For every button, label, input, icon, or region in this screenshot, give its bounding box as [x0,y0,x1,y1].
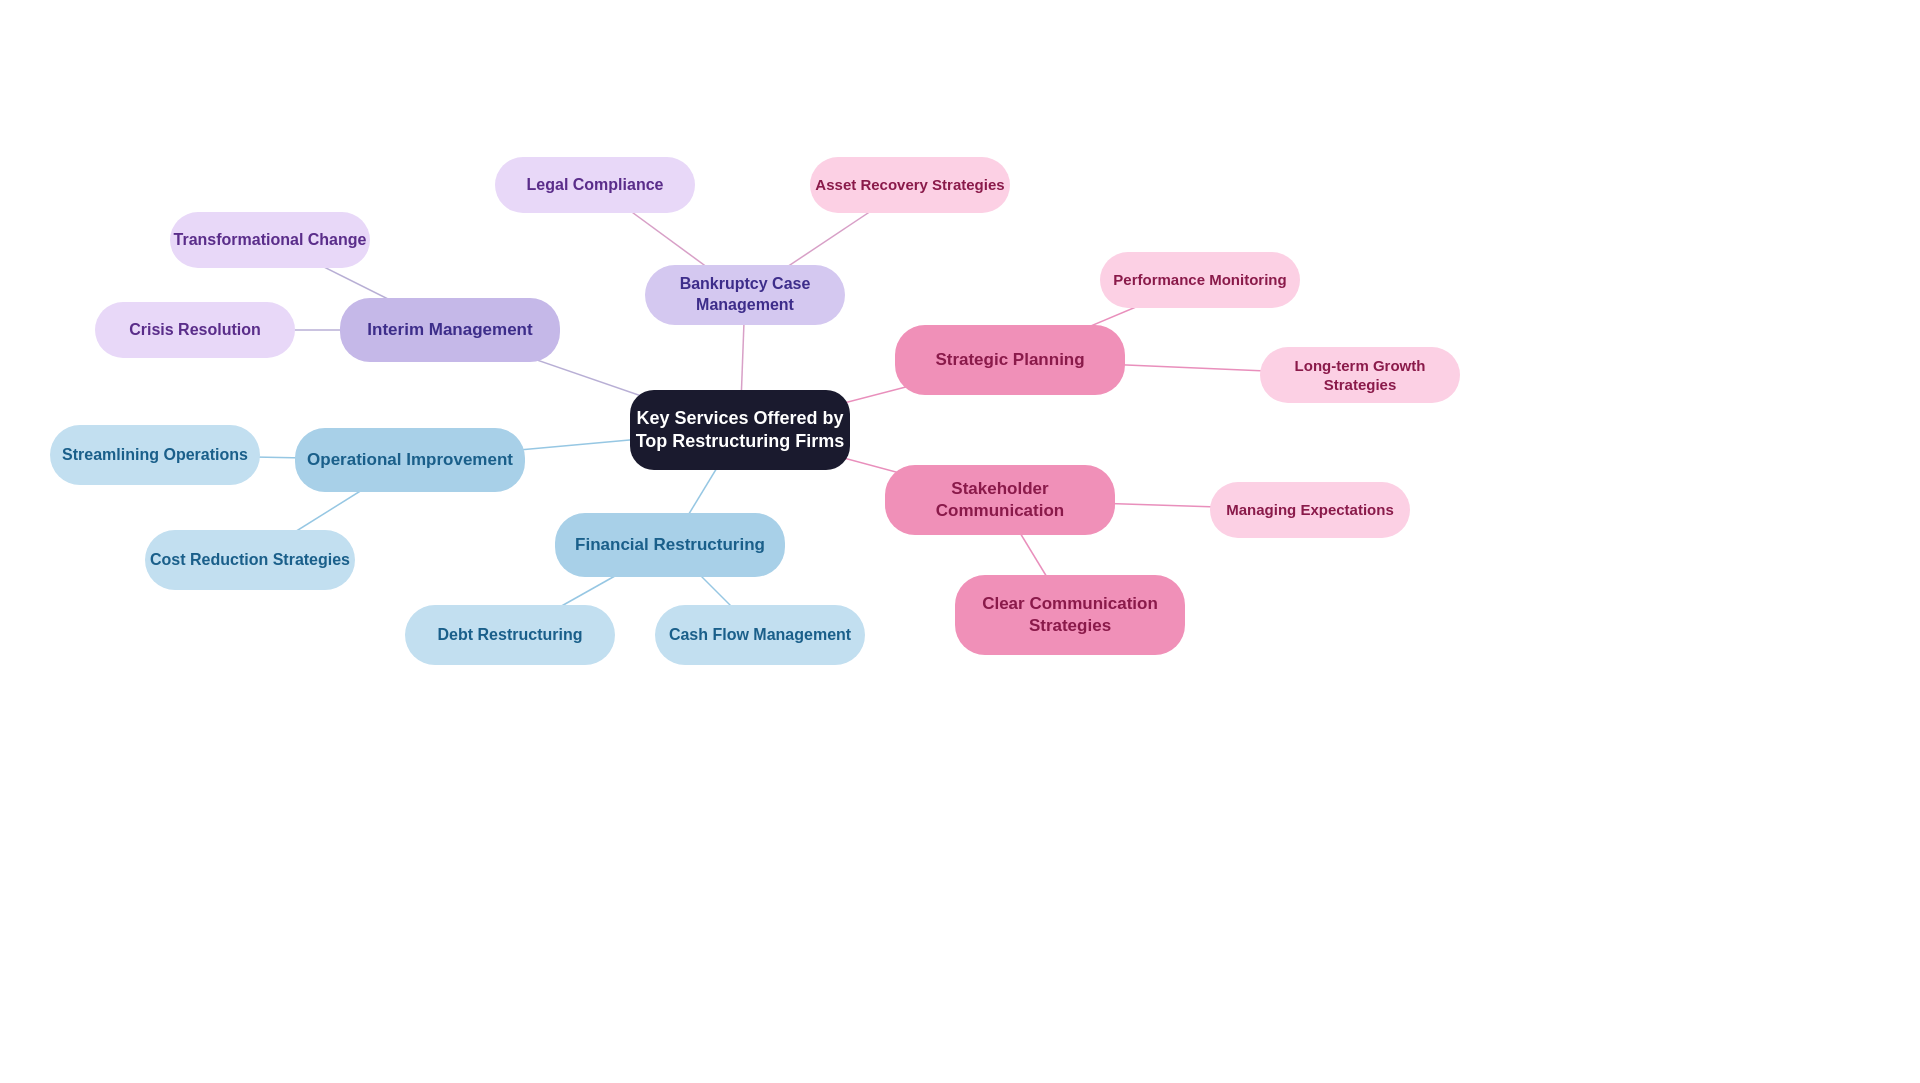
legal-compliance-node[interactable]: Legal Compliance [495,157,695,213]
strategic-planning-label: Strategic Planning [935,349,1084,371]
operational-improvement-node[interactable]: Operational Improvement [295,428,525,492]
bankruptcy-label: Bankruptcy Case Management [645,274,845,316]
interim-management-label: Interim Management [367,319,532,341]
managing-expectations-node[interactable]: Managing Expectations [1210,482,1410,538]
managing-expectations-label: Managing Expectations [1226,500,1394,520]
asset-recovery-node[interactable]: Asset Recovery Strategies [810,157,1010,213]
cost-reduction-label: Cost Reduction Strategies [150,550,350,571]
transformational-change-label: Transformational Change [174,230,367,251]
long-term-growth-node[interactable]: Long-term Growth Strategies [1260,347,1460,403]
crisis-resolution-node[interactable]: Crisis Resolution [95,302,295,358]
performance-monitoring-node[interactable]: Performance Monitoring [1100,252,1300,308]
stakeholder-communication-node[interactable]: Stakeholder Communication [885,465,1115,535]
cost-reduction-node[interactable]: Cost Reduction Strategies [145,530,355,590]
legal-compliance-label: Legal Compliance [527,175,664,196]
clear-communication-node[interactable]: Clear Communication Strategies [955,575,1185,655]
streamlining-operations-node[interactable]: Streamlining Operations [50,425,260,485]
performance-monitoring-label: Performance Monitoring [1113,270,1286,290]
interim-management-node[interactable]: Interim Management [340,298,560,362]
stakeholder-communication-label: Stakeholder Communication [885,478,1115,522]
transformational-change-node[interactable]: Transformational Change [170,212,370,268]
clear-communication-label: Clear Communication Strategies [955,593,1185,637]
debt-restructuring-node[interactable]: Debt Restructuring [405,605,615,665]
strategic-planning-node[interactable]: Strategic Planning [895,325,1125,395]
center-node[interactable]: Key Services Offered by Top Restructurin… [630,390,850,470]
crisis-resolution-label: Crisis Resolution [129,320,261,341]
center-label: Key Services Offered by Top Restructurin… [630,407,850,454]
financial-restructuring-node[interactable]: Financial Restructuring [555,513,785,577]
operational-improvement-label: Operational Improvement [307,449,513,471]
long-term-growth-label: Long-term Growth Strategies [1260,356,1460,395]
cash-flow-management-label: Cash Flow Management [669,625,851,646]
bankruptcy-case-management-node[interactable]: Bankruptcy Case Management [645,265,845,325]
financial-restructuring-label: Financial Restructuring [575,534,765,556]
debt-restructuring-label: Debt Restructuring [438,625,583,646]
cash-flow-management-node[interactable]: Cash Flow Management [655,605,865,665]
asset-recovery-label: Asset Recovery Strategies [815,175,1004,195]
streamlining-operations-label: Streamlining Operations [62,445,248,466]
